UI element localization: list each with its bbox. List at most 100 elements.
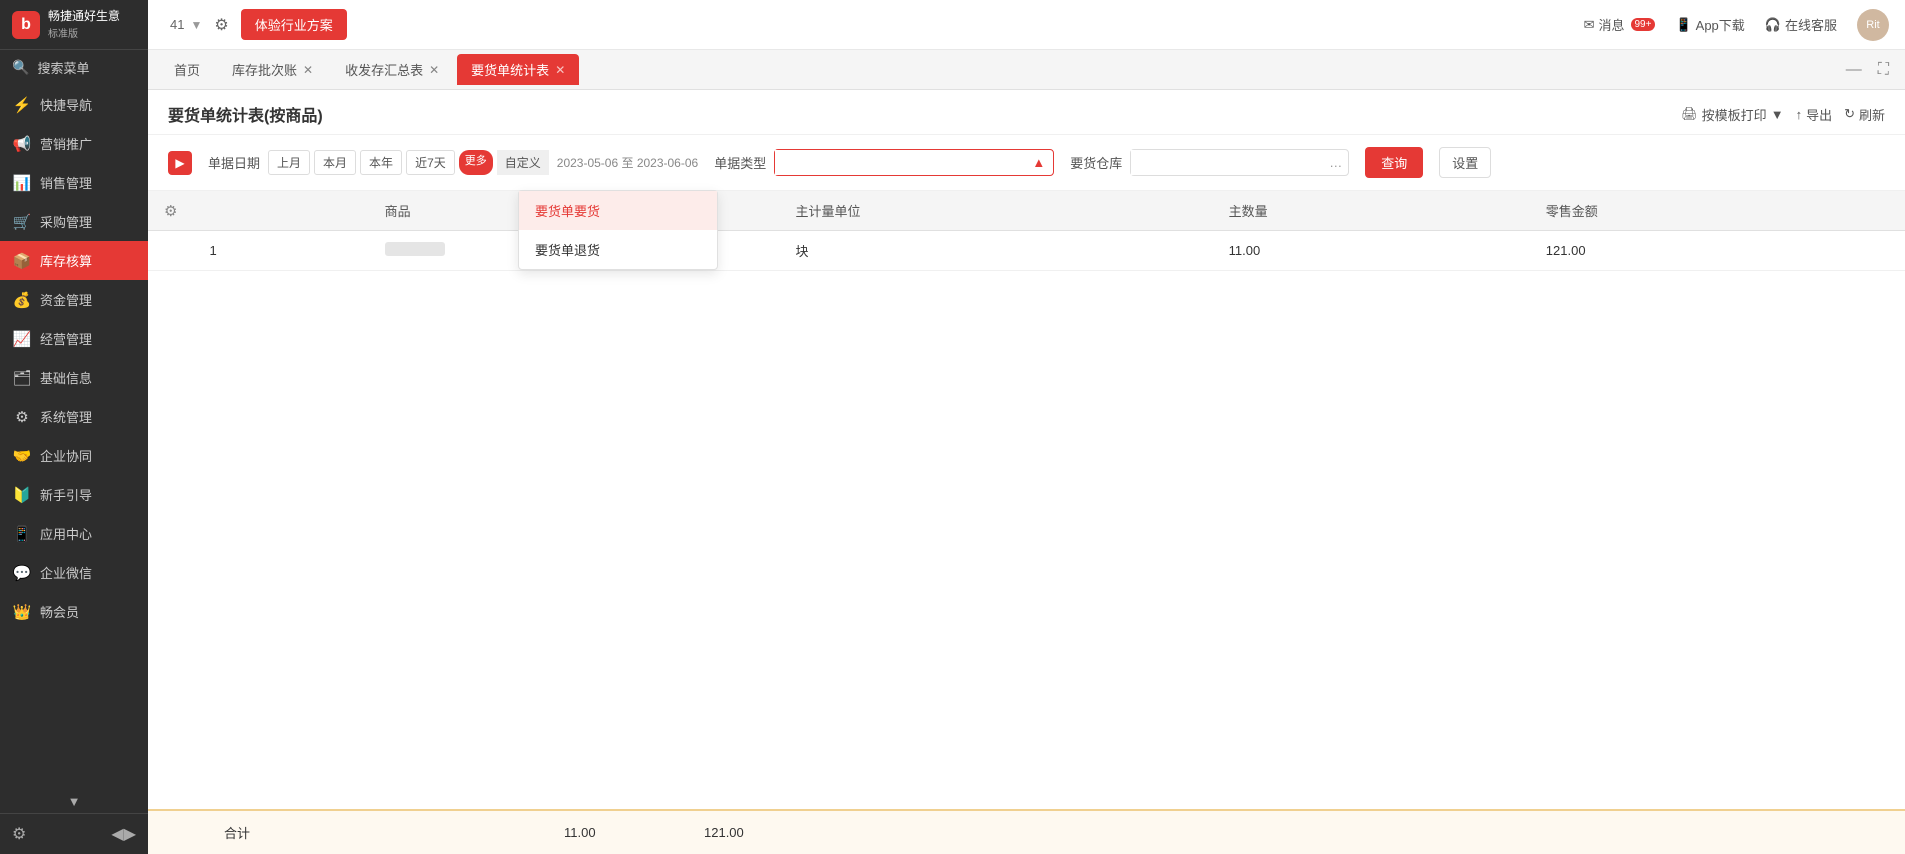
table-settings-icon[interactable]: ⚙ [164,203,177,220]
tab-receivable-summary[interactable]: 收发存汇总表 ✕ [331,54,453,85]
operations-icon: 📈 [12,330,32,348]
footer-amount: 121.00 [704,825,784,840]
filter-date-last-month[interactable]: 上月 [268,150,310,175]
product-name-blurred [385,242,445,256]
sidebar-item-wechat[interactable]: 💬 企业微信 [0,553,148,592]
sidebar-item-inventory[interactable]: 📦 库存核算 [0,241,148,280]
tab-home[interactable]: 首页 [160,54,214,85]
marketing-icon: 📢 [12,135,32,153]
print-icon: 🖨 [1681,106,1698,122]
sidebar-item-member[interactable]: 👑 畅会员 [0,592,148,631]
page: 要货单统计表(按商品) 🖨 按模板打印 ▼ ↑ 导出 ↻ 刷新 ▶ [148,90,1905,854]
sidebar-nav: ⚡ 快捷导航 📢 营销推广 📊 销售管理 🛒 采购管理 📦 库存核算 💰 资金管… [0,85,148,790]
filter-date-buttons: 上月 本月 本年 近7天 更多 自定义 [268,150,549,175]
tab-expand-icon[interactable]: ⛶ [1874,57,1893,83]
app-download-action[interactable]: 📱 App下载 [1675,15,1744,34]
tabs-bar: 首页 库存批次账 ✕ 收发存汇总表 ✕ 要货单统计表 ✕ — ⛶ [148,50,1905,90]
page-header: 要货单统计表(按商品) 🖨 按模板打印 ▼ ↑ 导出 ↻ 刷新 [148,90,1905,135]
sidebar-item-basics[interactable]: 🗂 基础信息 [0,358,148,397]
table-header-amount: 零售金额 [1530,191,1905,231]
filter-date-this-month[interactable]: 本月 [314,150,356,175]
refresh-icon: ↻ [1844,106,1855,122]
avatar[interactable]: Rit [1857,9,1889,41]
filter-type-select-wrapper: ▲ [774,149,1054,176]
filter-type-input[interactable] [775,150,1024,175]
purchase-icon: 🛒 [12,213,32,231]
sidebar-item-guide[interactable]: 🔰 新手引导 [0,475,148,514]
sales-icon: 📊 [12,174,32,192]
tab-close-order-stats[interactable]: ✕ [555,63,565,77]
row-settings-cell [148,231,193,271]
messages-action[interactable]: ✉ 消息 99+ [1584,15,1656,34]
row-unit: 块 [779,231,1212,271]
sidebar-scroll-down[interactable]: ▼ [0,790,148,813]
table-header-settings: ⚙ [148,191,193,231]
tab-close-inventory-batch[interactable]: ✕ [303,63,313,77]
dropdown-item-order-return[interactable]: 要货单退货 [519,230,717,269]
tab-close-receivable-summary[interactable]: ✕ [429,63,439,77]
filter-date-custom[interactable]: 自定义 [497,150,549,175]
row-num: 1 [193,231,368,271]
filter-warehouse-wrapper: … [1130,149,1349,176]
refresh-action[interactable]: ↻ 刷新 [1844,105,1885,124]
trial-button[interactable]: 体验行业方案 [241,9,347,40]
filter-date-this-year[interactable]: 本年 [360,150,402,175]
sidebar-item-purchase[interactable]: 🛒 采购管理 [0,202,148,241]
sidebar-item-enterprise[interactable]: 🤝 企业协同 [0,436,148,475]
filter-expand-button[interactable]: ▶ [168,151,192,175]
system-icon: ⚙ [12,408,32,426]
table-header-row: ⚙ 商品 主计量单位 主数量 零售金额 [148,191,1905,231]
topbar-right: ✉ 消息 99+ 📱 App下载 🎧 在线客服 Rit [1584,9,1889,41]
filter-date-range: 2023-05-06 至 2023-06-06 [557,154,698,171]
data-table: ⚙ 商品 主计量单位 主数量 零售金额 1 [148,191,1905,271]
logo-icon: b [12,11,40,39]
footer-quantity: 11.00 [564,825,644,840]
print-dropdown-arrow: ▼ [1771,107,1784,122]
tab-order-stats[interactable]: 要货单统计表 ✕ [457,54,579,85]
sidebar-search[interactable]: 🔍 搜索菜单 [0,50,148,85]
settings-icon[interactable]: ⚙ [12,824,26,844]
sidebar-item-apps[interactable]: 📱 应用中心 [0,514,148,553]
footer-label: 合计 [164,823,564,842]
print-template-action[interactable]: 🖨 按模板打印 ▼ [1681,105,1783,124]
tab-inventory-batch[interactable]: 库存批次账 ✕ [218,54,327,85]
basics-icon: 🗂 [12,369,32,387]
main-content: 41 ▼ ⚙ 体验行业方案 ✉ 消息 99+ 📱 App下载 🎧 在线客服 Ri… [148,0,1905,854]
sidebar-item-finance[interactable]: 💰 资金管理 [0,280,148,319]
sidebar-item-marketing[interactable]: 📢 营销推广 [0,124,148,163]
row-quantity: 11.00 [1213,231,1530,271]
page-actions: 🖨 按模板打印 ▼ ↑ 导出 ↻ 刷新 [1681,105,1885,124]
sidebar-item-sales[interactable]: 📊 销售管理 [0,163,148,202]
tabs-actions: — ⛶ [1842,57,1893,83]
sidebar-item-quick-nav[interactable]: ⚡ 快捷导航 [0,85,148,124]
store-selector[interactable]: 41 ▼ [164,17,202,32]
service-action[interactable]: 🎧 在线客服 [1765,15,1837,34]
inventory-icon: 📦 [12,252,32,270]
filter-type-group: 单据类型 ▲ [714,149,1054,176]
topbar-settings-icon[interactable]: ⚙ [214,15,228,35]
collapse-icon[interactable]: ◀▶ [111,824,136,844]
quick-nav-icon: ⚡ [12,96,32,114]
message-icon: ✉ [1584,17,1595,33]
filter-warehouse-input[interactable] [1131,150,1323,175]
store-dropdown-arrow: ▼ [190,18,202,32]
sidebar-item-system[interactable]: ⚙ 系统管理 [0,397,148,436]
topbar-left: 41 ▼ ⚙ 体验行业方案 [164,9,347,40]
row-amount: 121.00 [1530,231,1905,271]
filter-query-button[interactable]: 查询 [1365,147,1423,178]
wechat-icon: 💬 [12,564,32,582]
sidebar-item-operations[interactable]: 📈 经营管理 [0,319,148,358]
tab-minimize-icon[interactable]: — [1842,57,1866,83]
filter-settings-button[interactable]: 设置 [1439,147,1491,178]
filter-type-arrow[interactable]: ▲ [1024,155,1053,170]
filter-date-more-badge[interactable]: 更多 [459,150,493,175]
sidebar: b 畅捷通好生意 标准版 🔍 搜索菜单 ⚡ 快捷导航 📢 营销推广 📊 销售管理… [0,0,148,854]
filter-date-7days[interactable]: 近7天 [406,150,455,175]
filter-warehouse-dots[interactable]: … [1323,155,1348,170]
guide-icon: 🔰 [12,486,32,504]
member-icon: 👑 [12,603,32,621]
sidebar-bottom: ⚙ ◀▶ [0,813,148,854]
dropdown-item-order-order[interactable]: 要货单要货 [519,191,717,230]
export-action[interactable]: ↑ 导出 [1796,105,1833,124]
table-header-quantity: 主数量 [1213,191,1530,231]
